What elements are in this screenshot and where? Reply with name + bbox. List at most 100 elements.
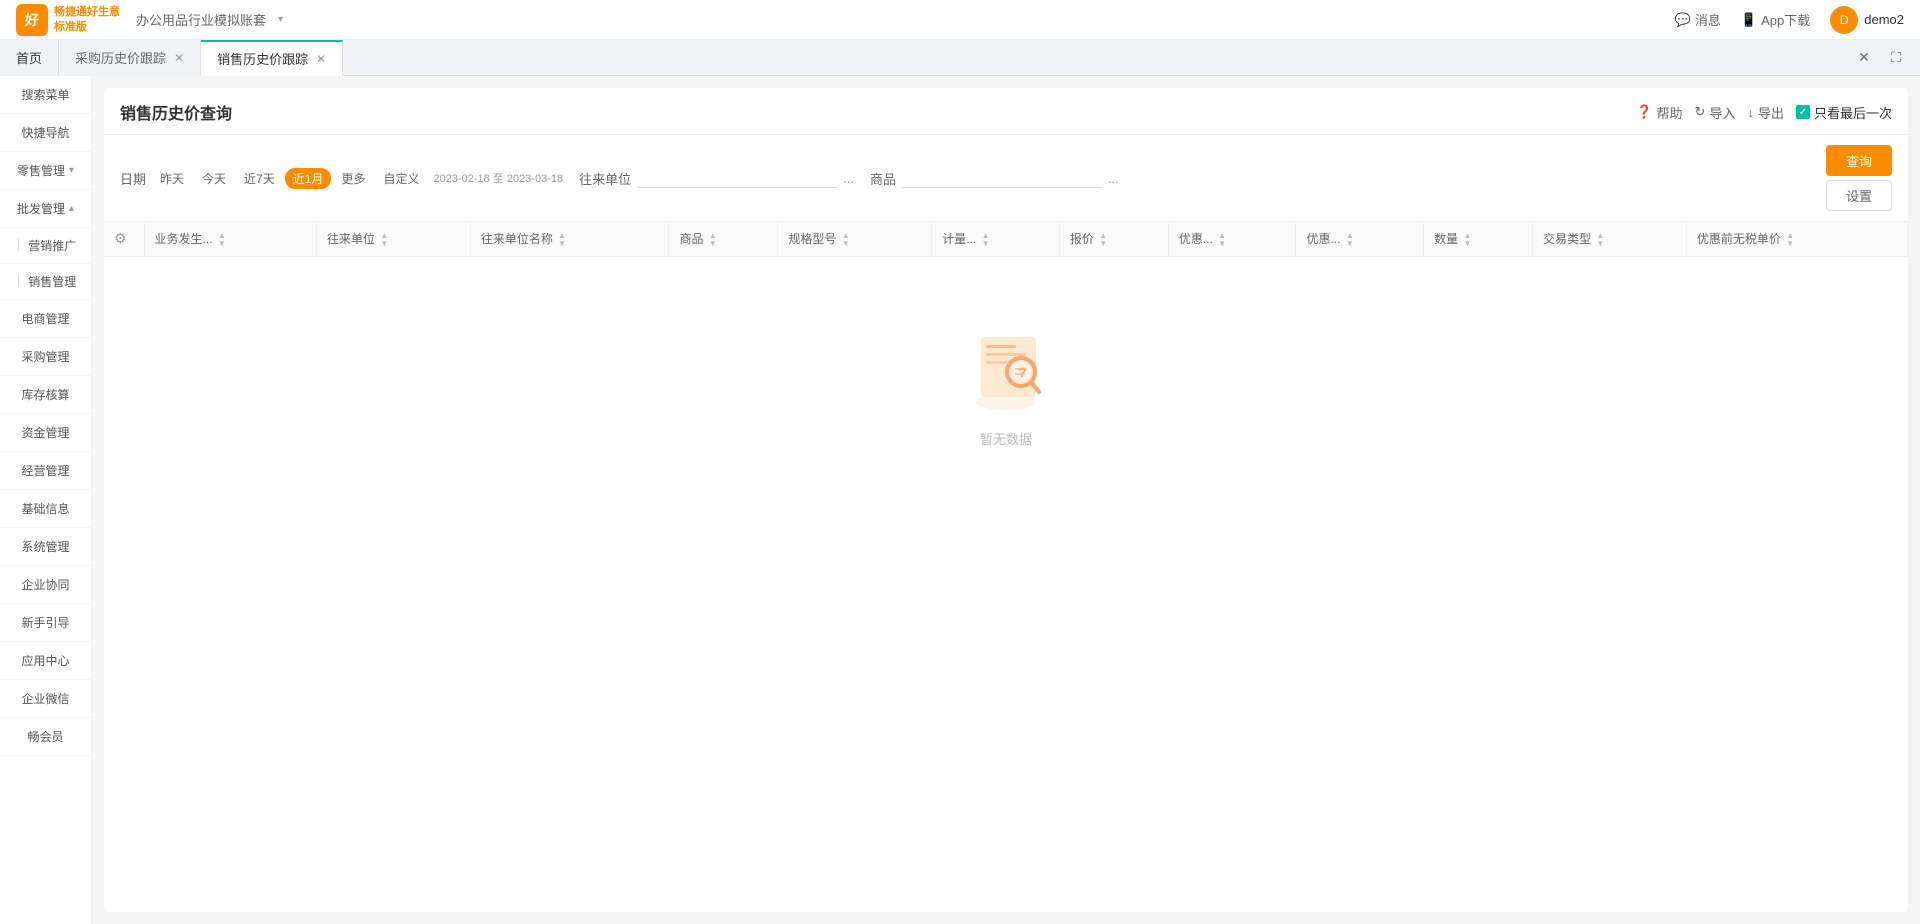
sidebar-label-quick-nav: 快捷导航: [21, 124, 69, 141]
export-button[interactable]: ↓ 导出: [1747, 103, 1784, 122]
th-qty[interactable]: 数量 ▲▼: [1424, 222, 1533, 256]
sort-icon-unit: ▲▼: [982, 232, 990, 248]
maximize-window-button[interactable]: ⛶: [1884, 46, 1908, 70]
page-title: 销售历史价查询: [120, 100, 232, 124]
empty-illustration: ?: [956, 317, 1056, 417]
svg-text:?: ?: [1018, 364, 1027, 380]
page-actions: ❓ 帮助 ↻ 导入 ↓ 导出 ✓ 只看最后一次: [1636, 103, 1892, 122]
table-header: ⚙ 业务发生... ▲▼ 往来单位 ▲▼ 往来单位名称: [104, 222, 1908, 256]
date-filter-group: 日期 昨天 今天 近7天 近1月 更多 自定义 2023-02-18 至 202…: [120, 168, 563, 189]
sidebar-item-marketing[interactable]: │ 营销推广: [0, 228, 91, 264]
th-product[interactable]: 商品 ▲▼: [669, 222, 778, 256]
product-input[interactable]: [902, 168, 1102, 188]
message-button[interactable]: 💬 消息: [1675, 10, 1721, 29]
data-table: ⚙ 业务发生... ▲▼ 往来单位 ▲▼ 往来单位名称: [104, 222, 1908, 257]
sidebar-item-search-menu[interactable]: 搜索菜单: [0, 76, 91, 114]
th-partner-code[interactable]: 往来单位 ▲▼: [317, 222, 471, 256]
import-button[interactable]: ↻ 导入: [1695, 103, 1736, 122]
th-quote[interactable]: 报价 ▲▼: [1059, 222, 1168, 256]
sort-icon-pretax-price: ▲▼: [1786, 232, 1794, 248]
th-unit[interactable]: 计量... ▲▼: [932, 222, 1060, 256]
th-trade-type[interactable]: 交易类型 ▲▼: [1533, 222, 1687, 256]
product-label: 商品: [870, 169, 896, 188]
sidebar-item-guide[interactable]: 新手引导: [0, 604, 91, 642]
settings-button[interactable]: 设置: [1826, 180, 1892, 211]
sidebar-item-quick-nav[interactable]: 快捷导航: [0, 114, 91, 152]
tab-bar: 首页 采购历史价跟踪 ✕ 销售历史价跟踪 ✕ ✕ ⛶: [0, 40, 1920, 76]
sidebar-label-basic: 基础信息: [21, 500, 69, 517]
th-spec[interactable]: 规格型号 ▲▼: [778, 222, 932, 256]
sort-icon-trade-type: ▲▼: [1596, 232, 1604, 248]
sidebar-item-enterprise[interactable]: 企业协同: [0, 566, 91, 604]
tab-sales-close[interactable]: ✕: [316, 52, 326, 66]
sidebar-label-retail: 零售管理: [17, 162, 65, 179]
logo-area: 好 畅捷通好生意 标准版: [16, 4, 120, 36]
th-biz-date[interactable]: 业务发生... ▲▼: [144, 222, 317, 256]
th-discount2[interactable]: 优惠... ▲▼: [1296, 222, 1424, 256]
avatar: D: [1830, 6, 1858, 34]
sidebar-item-wholesale[interactable]: 批发管理 ▴: [0, 190, 91, 228]
header-title: 办公用品行业模拟账套: [136, 10, 266, 29]
sidebar-item-wechat[interactable]: 企业微信: [0, 680, 91, 718]
date-buttons: 昨天 今天 近7天 近1月 更多 自定义: [152, 168, 427, 189]
tab-sales[interactable]: 销售历史价跟踪 ✕: [201, 40, 343, 76]
partner-more-icon[interactable]: ...: [843, 171, 854, 186]
content-area: 销售历史价查询 ❓ 帮助 ↻ 导入 ↓ 导出 ✓: [92, 76, 1920, 924]
sidebar-item-vip[interactable]: 畅会员: [0, 718, 91, 756]
th-partner-name[interactable]: 往来单位名称 ▲▼: [470, 222, 669, 256]
th-pretax-price[interactable]: 优惠前无税单价 ▲▼: [1686, 222, 1907, 256]
chevron-down-icon: ▾: [69, 165, 74, 176]
sidebar-item-purchase[interactable]: 采购管理: [0, 338, 91, 376]
tab-purchase[interactable]: 采购历史价跟踪 ✕: [59, 40, 201, 76]
sidebar-item-basic[interactable]: 基础信息: [0, 490, 91, 528]
tab-bar-actions: ✕ ⛶: [1852, 46, 1920, 70]
gear-icon[interactable]: ⚙: [114, 230, 127, 246]
sidebar-item-inventory[interactable]: 库存核算: [0, 376, 91, 414]
sidebar-item-retail[interactable]: 零售管理 ▾: [0, 152, 91, 190]
date-btn-yesterday[interactable]: 昨天: [152, 168, 192, 189]
sidebar-label-vip: 畅会员: [27, 728, 63, 745]
sidebar-item-operations[interactable]: 经营管理: [0, 452, 91, 490]
sidebar-label-search-menu: 搜索菜单: [21, 86, 69, 103]
close-window-button[interactable]: ✕: [1852, 46, 1876, 70]
sidebar: 搜索菜单 快捷导航 零售管理 ▾ 批发管理 ▴ │ 营销推广 │ 销售管理 电商…: [0, 76, 92, 924]
tab-sales-label: 销售历史价跟踪: [217, 49, 308, 68]
date-range-text: 2023-02-18 至 2023-03-18: [433, 170, 563, 186]
sidebar-item-sales-mgmt[interactable]: │ 销售管理: [0, 264, 91, 300]
sort-icon-discount2: ▲▼: [1346, 232, 1354, 248]
sort-icon-discount1: ▲▼: [1218, 232, 1226, 248]
help-button[interactable]: ❓ 帮助: [1636, 103, 1682, 122]
user-name: demo2: [1864, 12, 1904, 27]
product-filter-group: 商品 ...: [870, 168, 1119, 188]
product-more-icon[interactable]: ...: [1108, 171, 1119, 186]
partner-input[interactable]: [637, 168, 837, 188]
tab-purchase-close[interactable]: ✕: [174, 51, 184, 65]
date-btn-1month[interactable]: 近1月: [285, 168, 332, 189]
th-settings: ⚙: [104, 222, 144, 256]
only-last-checkbox-area[interactable]: ✓ 只看最后一次: [1796, 103, 1892, 122]
user-menu[interactable]: D demo2: [1830, 6, 1904, 34]
app-download-button[interactable]: 📱 App下载: [1741, 10, 1810, 29]
tab-home[interactable]: 首页: [0, 40, 59, 76]
sidebar-item-app-center[interactable]: 应用中心: [0, 642, 91, 680]
main-layout: 搜索菜单 快捷导航 零售管理 ▾ 批发管理 ▴ │ 营销推广 │ 销售管理 电商…: [0, 76, 1920, 924]
import-icon: ↻: [1695, 104, 1706, 120]
indent-icon: │: [16, 240, 22, 251]
only-last-checkbox[interactable]: ✓: [1796, 105, 1810, 119]
page-header: 销售历史价查询 ❓ 帮助 ↻ 导入 ↓ 导出 ✓: [104, 88, 1908, 135]
date-btn-custom[interactable]: 自定义: [375, 168, 427, 189]
query-actions: 查询 设置: [1826, 145, 1892, 211]
query-button[interactable]: 查询: [1826, 145, 1892, 176]
th-discount1[interactable]: 优惠... ▲▼: [1168, 222, 1296, 256]
date-btn-7days[interactable]: 近7天: [236, 168, 283, 189]
sidebar-item-finance[interactable]: 资金管理: [0, 414, 91, 452]
sidebar-label-ecommerce: 电商管理: [21, 310, 69, 327]
date-btn-more[interactable]: 更多: [333, 168, 373, 189]
sidebar-item-ecommerce[interactable]: 电商管理: [0, 300, 91, 338]
header-dropdown-icon[interactable]: ▾: [278, 14, 283, 25]
export-icon: ↓: [1747, 105, 1754, 120]
sidebar-label-purchase: 采购管理: [21, 348, 69, 365]
sidebar-item-system[interactable]: 系统管理: [0, 528, 91, 566]
sort-icon-quote: ▲▼: [1099, 232, 1107, 248]
date-btn-today[interactable]: 今天: [194, 168, 234, 189]
